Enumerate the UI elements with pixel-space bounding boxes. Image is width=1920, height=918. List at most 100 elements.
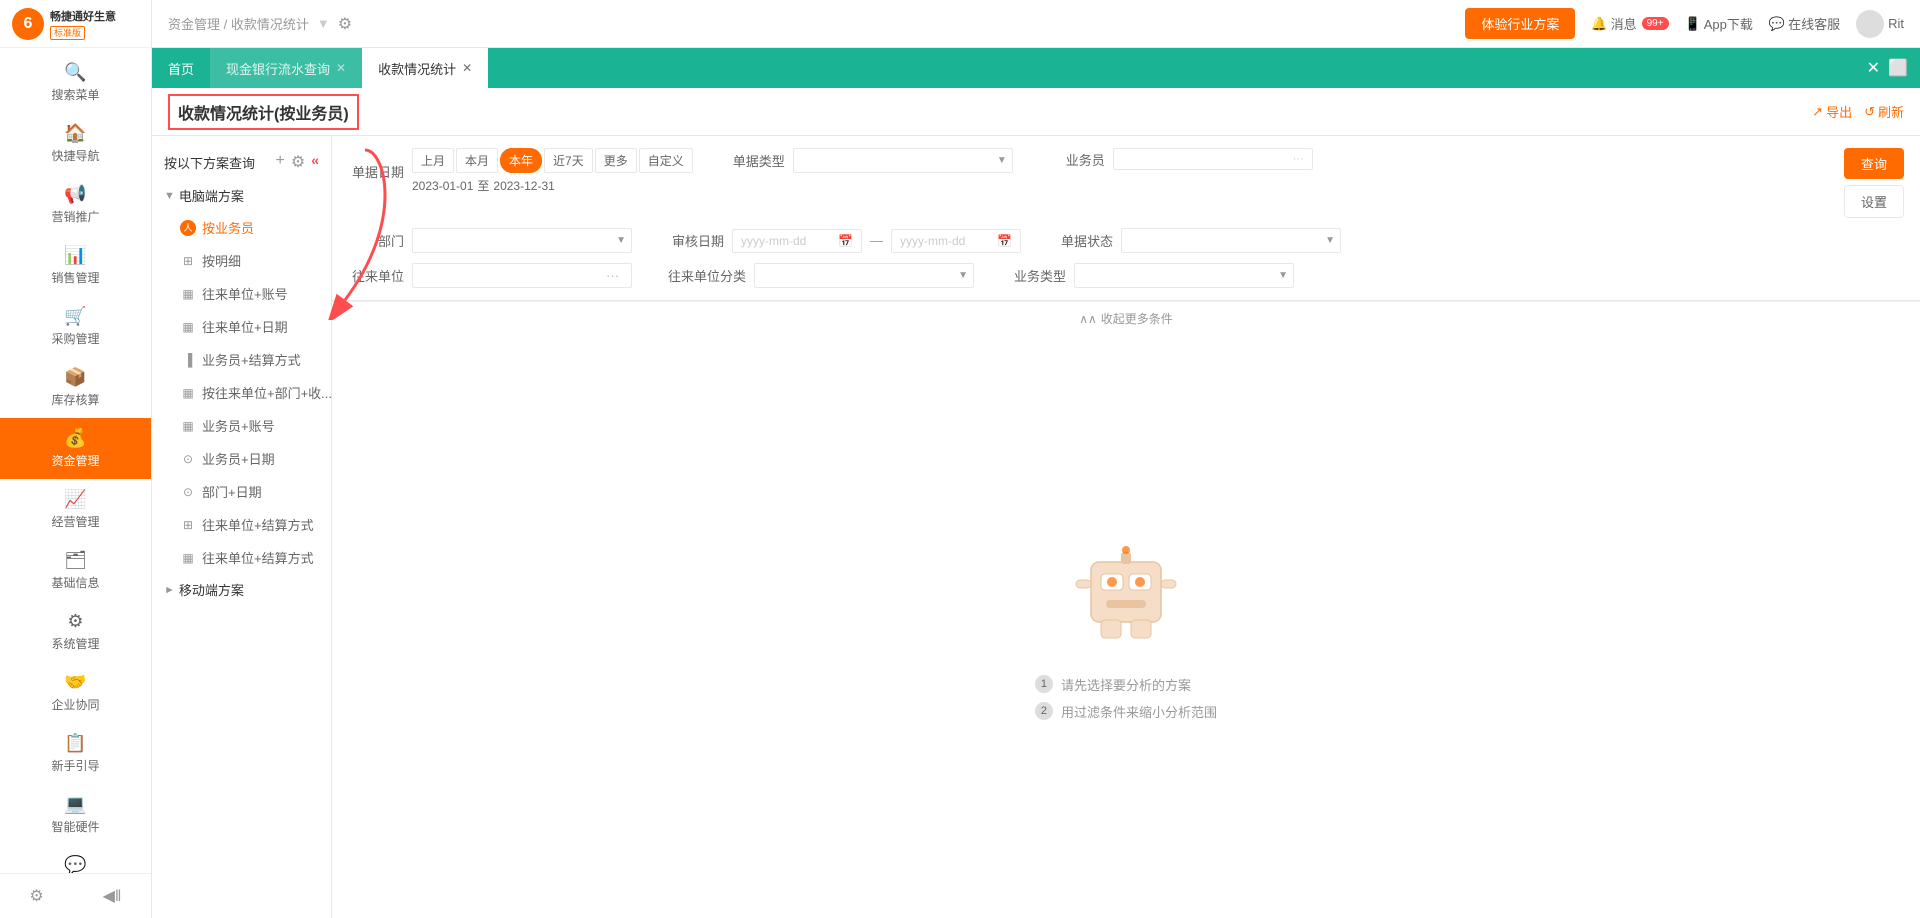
salesman-input-area[interactable]: ··· bbox=[1113, 148, 1313, 170]
scheme-group-mobile-label: 移动端方案 bbox=[179, 580, 244, 599]
date-btn-custom[interactable]: 自定义 bbox=[639, 148, 693, 173]
tab-bank[interactable]: 现金银行流水查询 ✕ bbox=[210, 48, 362, 88]
scheme-group-pc-label: 电脑端方案 bbox=[179, 186, 244, 205]
partner-category-label: 往来单位分类 bbox=[668, 266, 746, 285]
date-btn-this-month[interactable]: 本月 bbox=[456, 148, 498, 173]
maximize-button[interactable]: ⬜ bbox=[1888, 58, 1908, 78]
sidebar-item-system[interactable]: ⚙ 系统管理 bbox=[0, 601, 151, 662]
sidebar-item-guide[interactable]: 📋 新手引导 bbox=[0, 723, 151, 784]
close-all-button[interactable]: ✕ bbox=[1867, 58, 1880, 78]
scheme-item-salesman-account[interactable]: ▦ 业务员+账号 bbox=[152, 409, 331, 442]
tab-collection[interactable]: 收款情况统计 ✕ bbox=[362, 48, 488, 88]
partner-date-icon: ▦ bbox=[180, 319, 196, 335]
scheme-item-salesman-date[interactable]: ⊙ 业务员+日期 bbox=[152, 442, 331, 475]
basic-icon: 🗂 bbox=[64, 550, 87, 571]
content-area: 按以下方案查询 + ⚙ « ▼ 电脑端方案 人 按业务员 ⊞ bbox=[152, 136, 1920, 918]
sidebar-item-operation[interactable]: 📈 经营管理 bbox=[0, 479, 151, 540]
sidebar-item-enterprise[interactable]: 🤝 企业协同 bbox=[0, 662, 151, 723]
business-type-select-wrap bbox=[1074, 263, 1294, 288]
app-download-area[interactable]: 📱 App下载 bbox=[1685, 14, 1753, 33]
topbar-gear-button[interactable]: ⚙ bbox=[338, 14, 352, 34]
partner-category-select[interactable] bbox=[754, 263, 974, 288]
add-scheme-button[interactable]: + bbox=[276, 152, 285, 172]
scheme-group-pc: ▼ 电脑端方案 人 按业务员 ⊞ 按明细 ▦ 往来单位+账号 ▦ 往来单位+ bbox=[152, 180, 331, 574]
doc-type-select-wrap bbox=[793, 148, 1013, 173]
tip1-text: 请先选择要分析的方案 bbox=[1061, 675, 1191, 694]
empty-illustration bbox=[1066, 532, 1186, 655]
export-button[interactable]: ↗ 导出 bbox=[1812, 102, 1852, 121]
sidebar-item-hardware[interactable]: 💻 智能硬件 bbox=[0, 784, 151, 845]
doc-status-filter: 单据状态 bbox=[1057, 228, 1341, 253]
scheme-item-partner-date[interactable]: ▦ 往来单位+日期 bbox=[152, 310, 331, 343]
sidebar-item-finance[interactable]: 💰 资金管理 bbox=[0, 418, 151, 479]
notification-area[interactable]: 🔔 消息 99+ bbox=[1591, 14, 1668, 33]
date-range-display: 2023-01-01 至 2023-12-31 bbox=[412, 177, 693, 194]
download-icon: 📱 bbox=[1685, 16, 1701, 32]
date-btn-more[interactable]: 更多 bbox=[595, 148, 637, 173]
audit-date-end-input[interactable]: yyyy-mm-dd 📅 bbox=[891, 229, 1021, 253]
scheme-group-pc-title[interactable]: ▼ 电脑端方案 bbox=[152, 180, 331, 211]
date-btn-this-year[interactable]: 本年 bbox=[500, 148, 542, 173]
business-type-select[interactable] bbox=[1074, 263, 1294, 288]
tip2-number: 2 bbox=[1035, 702, 1053, 720]
sidebar-item-shortcut[interactable]: 🏠 快捷导航 bbox=[0, 113, 151, 174]
audit-date-start-input[interactable]: yyyy-mm-dd 📅 bbox=[732, 229, 862, 253]
doc-type-select[interactable] bbox=[793, 148, 1013, 173]
scheme-item-partner-settle2[interactable]: ▦ 往来单位+结算方式 bbox=[152, 541, 331, 574]
online-service-area[interactable]: 💬 在线客服 bbox=[1769, 14, 1840, 33]
search-icon: 🔍 bbox=[64, 62, 86, 83]
sidebar-item-search[interactable]: 🔍 搜索菜单 bbox=[0, 52, 151, 113]
collapse-filter-button[interactable]: ∧∧ 收起更多条件 bbox=[332, 301, 1920, 335]
refresh-button[interactable]: ↺ 刷新 bbox=[1864, 102, 1904, 121]
sidebar-item-marketing[interactable]: 📢 营销推广 bbox=[0, 174, 151, 235]
sidebar-item-label: 搜索菜单 bbox=[51, 86, 99, 103]
topbar-left: 资金管理 / 收款情况统计 ▼ ⚙ bbox=[168, 14, 352, 34]
scheme-item-partner-account[interactable]: ▦ 往来单位+账号 bbox=[152, 277, 331, 310]
sidebar-item-wechat[interactable]: 💬 企业微信 bbox=[0, 845, 151, 873]
footer-collapse-button[interactable]: ◀‖ bbox=[103, 886, 122, 906]
date-btn-7days[interactable]: 近7天 bbox=[544, 148, 593, 173]
user-avatar[interactable]: Rit bbox=[1856, 10, 1904, 38]
footer-settings-button[interactable]: ⚙ bbox=[29, 886, 43, 906]
partner-input-area[interactable]: ··· bbox=[412, 263, 632, 288]
tabs-bar: 首页 现金银行流水查询 ✕ 收款情况统计 ✕ ✕ ⬜ bbox=[152, 48, 1920, 88]
main-area: 资金管理 / 收款情况统计 ▼ ⚙ 体验行业方案 🔔 消息 99+ 📱 App下… bbox=[152, 0, 1920, 918]
doc-status-select[interactable] bbox=[1121, 228, 1341, 253]
tab-home[interactable]: 首页 bbox=[152, 48, 210, 88]
query-button[interactable]: 查询 bbox=[1844, 148, 1904, 179]
sidebar: 6 畅捷通好生意 标准版 🔍 搜索菜单 🏠 快捷导航 📢 营销推广 📊 销售管理… bbox=[0, 0, 152, 918]
scheme-item-dept-date[interactable]: ⊙ 部门+日期 bbox=[152, 475, 331, 508]
scheme-item-partner-dept-collect[interactable]: ▦ 按往来单位+部门+收... bbox=[152, 376, 331, 409]
scheme-group-mobile-title[interactable]: ▼ 移动端方案 bbox=[152, 574, 331, 605]
date-btn-group: 上月 本月 本年 近7天 更多 自定义 bbox=[412, 148, 693, 173]
sidebar-footer: ⚙ ◀‖ bbox=[0, 873, 151, 918]
date-start: 2023-01-01 bbox=[412, 179, 473, 193]
tab-bank-close[interactable]: ✕ bbox=[336, 61, 346, 75]
scheme-settings-button[interactable]: ⚙ bbox=[291, 152, 305, 172]
dept-filter: 部门 bbox=[348, 228, 632, 253]
tab-home-label: 首页 bbox=[168, 59, 194, 78]
tab-collection-close[interactable]: ✕ bbox=[462, 61, 472, 75]
scheme-item-salesman-settle[interactable]: ▐ 业务员+结算方式 bbox=[152, 343, 331, 376]
sidebar-item-sales[interactable]: 📊 销售管理 bbox=[0, 235, 151, 296]
sidebar-item-inventory[interactable]: 📦 库存核算 bbox=[0, 357, 151, 418]
scheme-item-partner-settle1[interactable]: ⊞ 往来单位+结算方式 bbox=[152, 508, 331, 541]
scheme-item-by-detail[interactable]: ⊞ 按明细 bbox=[152, 244, 331, 277]
empty-robot-icon bbox=[1066, 532, 1186, 652]
breadcrumb-separator: ▼ bbox=[317, 16, 330, 31]
sidebar-item-basic[interactable]: 🗂 基础信息 bbox=[0, 540, 151, 601]
dept-select[interactable] bbox=[412, 228, 632, 253]
collapse-panel-button[interactable]: « bbox=[311, 152, 319, 172]
partner-category-filter: 往来单位分类 bbox=[668, 263, 974, 288]
partner-dots[interactable]: ··· bbox=[602, 268, 623, 283]
trial-button[interactable]: 体验行业方案 bbox=[1465, 8, 1575, 39]
mobile-expand-arrow-icon: ▼ bbox=[163, 584, 175, 595]
settings-button[interactable]: 设置 bbox=[1844, 185, 1904, 218]
scheme-item-by-salesman[interactable]: 人 按业务员 bbox=[152, 211, 331, 244]
date-btn-last-month[interactable]: 上月 bbox=[412, 148, 454, 173]
marketing-icon: 📢 bbox=[64, 184, 86, 205]
calendar2-icon: 📅 bbox=[997, 234, 1012, 248]
sidebar-item-purchase[interactable]: 🛒 采购管理 bbox=[0, 296, 151, 357]
hardware-icon: 💻 bbox=[64, 794, 86, 815]
enterprise-icon: 🤝 bbox=[64, 672, 86, 693]
